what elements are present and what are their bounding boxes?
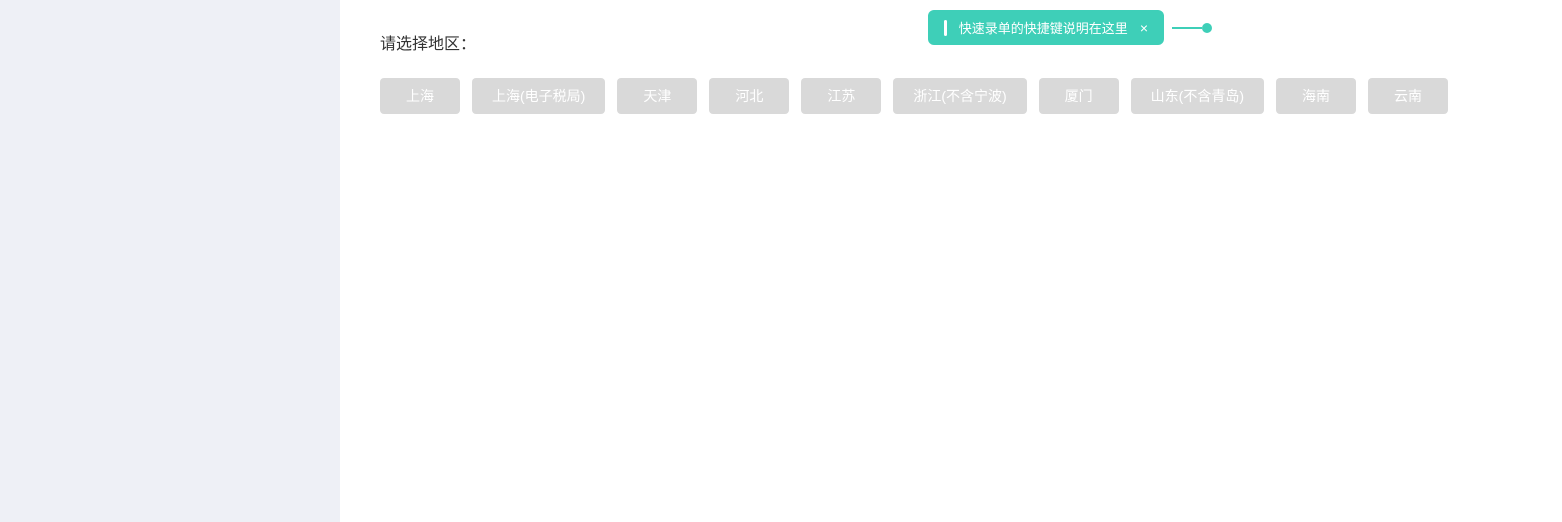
region-button-yunnan[interactable]: 云南	[1368, 78, 1448, 114]
tooltip-dot	[1202, 23, 1212, 33]
tooltip-bubble: 快速录单的快捷键说明在这里 ×	[928, 10, 1164, 45]
region-button-hebei[interactable]: 河北	[709, 78, 789, 114]
tooltip-close-button[interactable]: ×	[1140, 20, 1148, 36]
region-button-shanghai-etax[interactable]: 上海(电子税局)	[472, 78, 605, 114]
left-sidebar	[0, 0, 340, 522]
region-button-shandong[interactable]: 山东(不含青岛)	[1131, 78, 1264, 114]
region-button-jiangsu[interactable]: 江苏	[801, 78, 881, 114]
region-button-tianjin[interactable]: 天津	[617, 78, 697, 114]
tooltip-container: 快速录单的快捷键说明在这里 ×	[928, 10, 1212, 45]
tooltip-text: 快速录单的快捷键说明在这里	[959, 18, 1128, 37]
tooltip-indicator	[1172, 23, 1212, 33]
region-button-xiamen[interactable]: 厦门	[1039, 78, 1119, 114]
region-button-shanghai[interactable]: 上海	[380, 78, 460, 114]
region-button-zhejiang[interactable]: 浙江(不含宁波)	[893, 78, 1026, 114]
region-button-hainan[interactable]: 海南	[1276, 78, 1356, 114]
region-buttons-container: 上海上海(电子税局) 天津河北江苏浙江(不含宁波) 厦门山东(不含青岛) 海南云南	[380, 78, 1522, 114]
main-content: 请选择地区： 上海上海(电子税局)天津河北江苏浙江(不含宁波)厦门山东(不含青岛…	[340, 0, 1562, 522]
tooltip-line	[1172, 27, 1202, 29]
